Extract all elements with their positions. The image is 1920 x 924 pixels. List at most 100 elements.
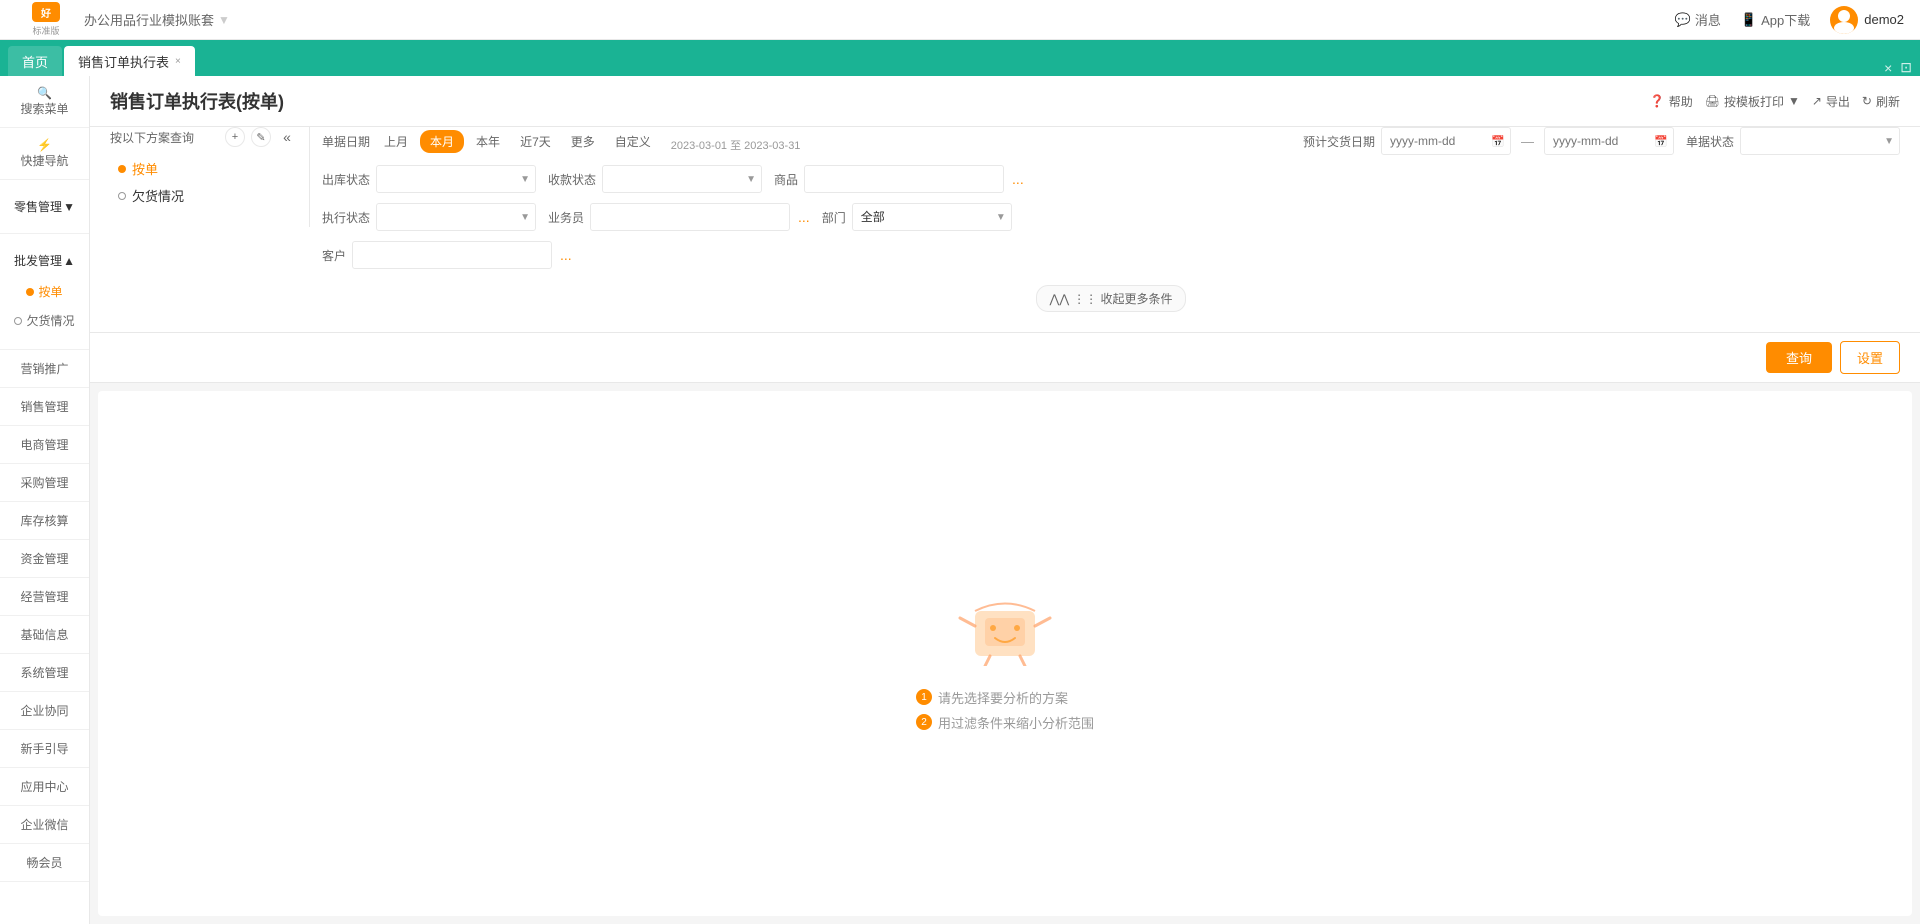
print-icon: 🖨 [1705,94,1720,108]
tab-sales-order[interactable]: 销售订单执行表 × [64,46,195,76]
tab-home[interactable]: 首页 [8,46,62,76]
expected-date-label: 预计交货日期 [1303,133,1375,150]
user-name[interactable]: demo2 [1864,12,1904,27]
sidebar-item-enterprise[interactable]: 企业协同 [0,692,89,730]
sidebar-item-search[interactable]: 🔍 搜索菜单 [0,76,89,128]
date-range-buttons: 上月 本月 本年 近7天 更多 自定义 [376,130,659,153]
wholesale-arrow-icon: ▲ [63,254,75,268]
sidebar-item-newbie[interactable]: 新手引导 [0,730,89,768]
help-button[interactable]: ❓ 帮助 [1650,93,1693,110]
corpwechat-label: 企业微信 [20,818,68,832]
status-select[interactable]: 草稿 已提交 已审核 已完成 已关闭 [1740,127,1900,155]
filter-row-2: 出库状态 未出库 部分出库 全部出库 ▼ [322,165,1900,193]
sidebar-quicknav-label: 快捷导航 [4,152,85,169]
query-button[interactable]: 查询 [1766,342,1832,373]
filter-customer: 客户 ... [322,241,572,269]
scheme-item-byorder[interactable]: 按单 [110,155,297,182]
retail-header[interactable]: 零售管理 ▼ [4,190,85,223]
date-btn-this-year[interactable]: 本年 [468,130,508,153]
date-start-input[interactable] [1381,127,1511,155]
sidebar-subitem-debt[interactable]: 欠货情况 [4,306,85,335]
date-range-display: 2023-03-01 至 2023-03-31 [671,137,801,155]
exec-select[interactable]: 未执行 部分执行 全部执行 [376,203,536,231]
date-btn-custom[interactable]: 自定义 [607,130,659,153]
sidebar-item-basic[interactable]: 基础信息 [0,616,89,654]
tab-close-icon[interactable]: × [175,56,181,67]
sidebar-item-member[interactable]: 畅会员 [0,844,89,882]
hint1-text: 请先选择要分析的方案 [938,688,1068,707]
sidebar-item-inventory[interactable]: 库存核算 [0,502,89,540]
scheme-item-debt[interactable]: 欠货情况 [110,182,297,209]
ecommerce-label: 电商管理 [20,438,68,452]
settings-button[interactable]: 设置 [1840,341,1900,374]
sidebar-item-operation[interactable]: 经营管理 [0,578,89,616]
refresh-button[interactable]: ↻ 刷新 [1862,93,1900,110]
filter-scheme-panel: 按以下方案查询 + ✎ « 按单 欠货情况 [110,127,310,227]
topbar: 好 标准版 办公用品行业模拟账套 ▼ 💬 消息 📱 App下载 demo2 [0,0,1920,40]
refresh-label: 刷新 [1876,93,1900,110]
empty-hints: 1 请先选择要分析的方案 2 用过滤条件来缩小分析范围 [916,688,1094,732]
scheme-collapse-button[interactable]: « [277,127,297,147]
breadcrumb-chevron-icon[interactable]: ▼ [218,13,230,27]
goods-more-icon[interactable]: ... [1012,171,1024,187]
subitem-byorder-label: 按单 [38,283,62,300]
logo-icon: 好 [32,2,60,22]
user-area[interactable]: demo2 [1830,6,1904,34]
filter-goods: 商品 ... [774,165,1024,193]
collapse-conditions-button[interactable]: ⋀⋀ ⋮⋮ 收起更多条件 [1036,285,1185,312]
sidebar-item-appcenter[interactable]: 应用中心 [0,768,89,806]
tab-home-label: 首页 [22,52,48,71]
sidebar-item-system[interactable]: 系统管理 [0,654,89,692]
sidebar-item-ecommerce[interactable]: 电商管理 [0,426,89,464]
sidebar-item-quicknav[interactable]: ⚡ 快捷导航 [0,128,89,180]
finance-label: 资金管理 [20,552,68,566]
sidebar-item-retail[interactable]: 零售管理 ▼ [0,180,89,234]
date-btn-prev-month[interactable]: 上月 [376,130,416,153]
mobile-icon: 📱 [1741,12,1757,28]
export-button[interactable]: ↗ 导出 [1812,93,1850,110]
dept-select-wrap: 全部 ▼ [852,203,1012,231]
sales-label: 销售管理 [20,400,68,414]
sidebar-subitem-byorder[interactable]: 按单 [4,277,85,306]
message-button[interactable]: 💬 消息 [1675,10,1721,29]
sidebar-item-sales[interactable]: 销售管理 [0,388,89,426]
window-close-icon[interactable]: × [1884,60,1892,76]
date-btn-this-month[interactable]: 本月 [420,130,464,153]
salesman-input[interactable] [590,203,790,231]
appcenter-label: 应用中心 [20,780,68,794]
sidebar-item-purchase[interactable]: 采购管理 [0,464,89,502]
scheme-edit-button[interactable]: ✎ [251,127,271,147]
customer-input[interactable] [352,241,552,269]
basic-label: 基础信息 [20,628,68,642]
date-btn-more[interactable]: 更多 [563,130,603,153]
payment-select[interactable]: 未收款 部分收款 全部收款 [602,165,762,193]
date-end-input[interactable] [1544,127,1674,155]
scheme-add-button[interactable]: + [225,127,245,147]
date-btn-7days[interactable]: 近7天 [512,130,559,153]
print-button[interactable]: 🖨 按模板打印 ▼ [1705,93,1800,110]
member-label: 畅会员 [26,856,62,870]
retail-label: 零售管理 [14,198,62,215]
goods-input[interactable] [804,165,1004,193]
hint1-num: 1 [916,689,932,705]
delivery-select[interactable]: 未出库 部分出库 全部出库 [376,165,536,193]
enterprise-label: 企业协同 [20,704,68,718]
dept-label: 部门 [822,209,846,226]
help-label: 帮助 [1669,93,1693,110]
dept-select[interactable]: 全部 [852,203,1012,231]
scheme-active-dot-icon [118,165,126,173]
app-download-button[interactable]: 📱 App下载 [1741,10,1810,29]
window-maximize-icon[interactable]: ⊡ [1900,59,1912,76]
wholesale-header[interactable]: 批发管理 ▲ [4,244,85,277]
customer-more-icon[interactable]: ... [560,247,572,263]
sidebar-item-wholesale[interactable]: 批发管理 ▲ 按单 欠货情况 [0,234,89,350]
filter-expected-date: 预计交货日期 📅 — 📅 [1303,127,1674,155]
sidebar-item-finance[interactable]: 资金管理 [0,540,89,578]
window-controls: × ⊡ [1884,59,1912,76]
sidebar-item-marketing[interactable]: 营销推广 [0,350,89,388]
sidebar-item-corpwechat[interactable]: 企业微信 [0,806,89,844]
exec-label: 执行状态 [322,209,370,226]
salesman-more-icon[interactable]: ... [798,209,810,225]
logo-subtitle: 标准版 [32,24,59,37]
action-bar: 查询 设置 [90,333,1920,383]
